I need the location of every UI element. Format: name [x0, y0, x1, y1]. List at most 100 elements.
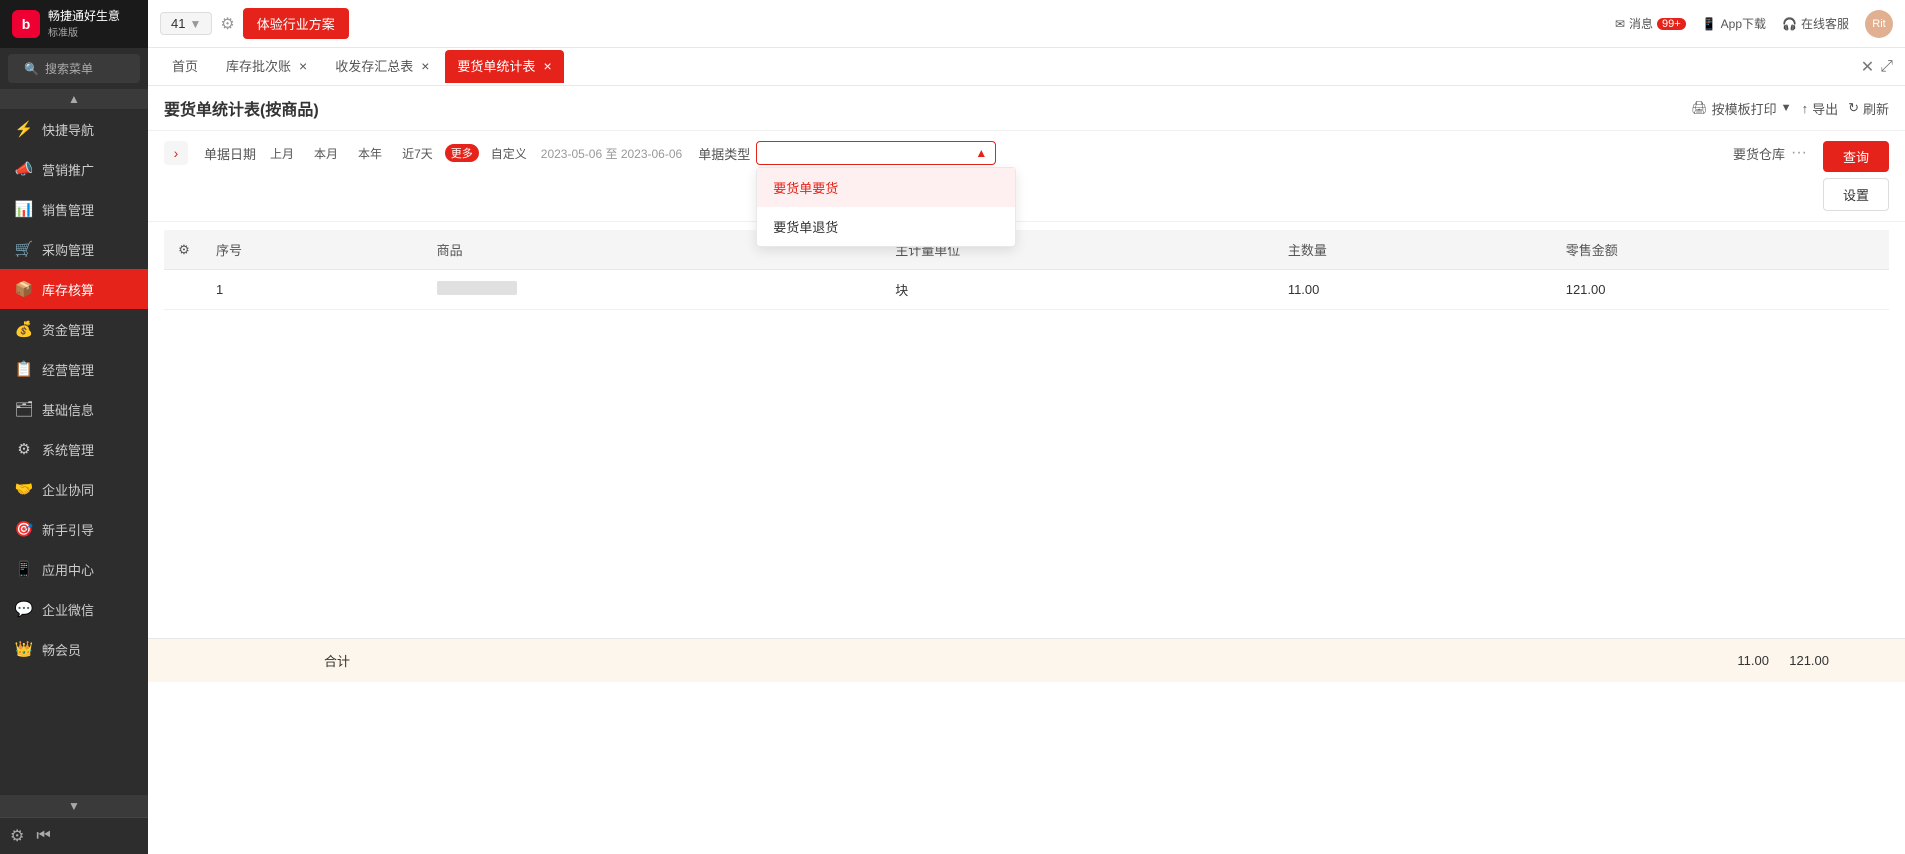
sidebar-item-inventory[interactable]: 📦 库存核算 [0, 269, 148, 309]
user-avatar-text: Rit [1872, 18, 1885, 30]
sidebar-item-system[interactable]: ⚙ 系统管理 [0, 429, 148, 469]
tab-home[interactable]: 首页 [160, 50, 210, 83]
sidebar-item-label: 新手引导 [42, 520, 94, 539]
sidebar-item-quick-nav[interactable]: ⚡ 快捷导航 [0, 109, 148, 149]
sidebar-item-label: 企业协同 [42, 480, 94, 499]
logo-sub: 标准版 [48, 24, 120, 39]
member-icon: 👑 [14, 639, 34, 659]
this-year-btn[interactable]: 本年 [350, 142, 390, 165]
finance-icon: 💰 [14, 319, 34, 339]
print-dropdown-icon: ▼ [1781, 102, 1792, 114]
dropdown-option-requisition-return[interactable]: 要货单退货 [757, 207, 1015, 246]
tabs-right-actions: ✕ ⤢ [1861, 57, 1893, 77]
last-7-days-btn[interactable]: 近7天 [394, 142, 441, 165]
search-icon: 🔍 [24, 62, 39, 76]
sidebar-item-label: 销售管理 [42, 200, 94, 219]
cell-goods [425, 270, 884, 310]
quick-nav-icon: ⚡ [14, 119, 34, 139]
tab-action-close-icon[interactable]: ✕ [1861, 57, 1874, 77]
tab-batch-label: 库存批次账 [226, 56, 291, 75]
scroll-up-btn[interactable]: ▲ [0, 89, 148, 109]
wechat-icon: 💬 [14, 599, 34, 619]
tab-count-btn[interactable]: 41 ▼ [160, 12, 212, 35]
type-filter-label: 单据类型 [698, 144, 750, 163]
data-table: ⚙ 序号 商品 主计量单位 主数量 零售金额 1 [164, 230, 1889, 310]
col-header-settings[interactable]: ⚙ [164, 230, 204, 270]
message-btn[interactable]: ✉ 消息 99+ [1615, 15, 1686, 32]
sidebar-item-basic[interactable]: 🗂 基础信息 [0, 389, 148, 429]
this-month-btn[interactable]: 本月 [306, 142, 346, 165]
sidebar-nav: ⚡ 快捷导航 📣 营销推广 📊 销售管理 🛒 采购管理 📦 库存核算 💰 资金管… [0, 109, 148, 795]
scroll-down-btn[interactable]: ▼ [0, 795, 148, 817]
service-icon: 🎧 [1782, 17, 1797, 31]
sidebar-item-label: 采购管理 [42, 240, 94, 259]
collab-icon: 🤝 [14, 479, 34, 499]
sales-icon: 📊 [14, 199, 34, 219]
app-download-btn[interactable]: 📱 App下载 [1702, 15, 1766, 32]
sidebar-item-guide[interactable]: 🎯 新手引导 [0, 509, 148, 549]
search-label: 搜索菜单 [45, 60, 93, 77]
tab-collect-close-icon[interactable]: × [421, 59, 429, 73]
sidebar-item-label: 营销推广 [42, 160, 94, 179]
set-btn[interactable]: 设置 [1823, 178, 1889, 211]
sidebar-item-label: 畅会员 [42, 640, 81, 659]
date-filter-label: 单据日期 [204, 144, 256, 163]
search-menu[interactable]: 🔍 搜索菜单 [8, 54, 140, 83]
more-dates-btn[interactable]: 更多 [445, 144, 479, 162]
content-spacer [148, 310, 1905, 630]
operation-icon: 📋 [14, 359, 34, 379]
date-shortcuts: 上月 本月 本年 近7天 更多 自定义 [262, 142, 535, 165]
total-row: 合计 11.00 121.00 [148, 638, 1905, 682]
tab-collect-summary[interactable]: 收发存汇总表 × [323, 50, 441, 83]
tab-home-label: 首页 [172, 56, 198, 75]
sidebar-item-marketing[interactable]: 📣 营销推广 [0, 149, 148, 189]
sidebar-item-member[interactable]: 👑 畅会员 [0, 629, 148, 669]
refresh-icon: ↻ [1848, 100, 1859, 116]
tab-batch-account[interactable]: 库存批次账 × [214, 50, 319, 83]
tab-requisition-stats[interactable]: 要货单统计表 × [445, 50, 563, 83]
print-btn[interactable]: 🖨 按模板打印 ▼ [1691, 99, 1791, 118]
tab-collect-label: 收发存汇总表 [335, 56, 413, 75]
user-avatar[interactable]: Rit [1865, 10, 1893, 38]
sidebar-item-operation[interactable]: 📋 经营管理 [0, 349, 148, 389]
sidebar-item-app-center[interactable]: 📱 应用中心 [0, 549, 148, 589]
warehouse-more-icon[interactable]: ··· [1791, 144, 1807, 162]
tab-count-arrow-icon: ▼ [189, 17, 201, 31]
query-btn[interactable]: 查询 [1823, 141, 1889, 172]
sidebar-item-sales[interactable]: 📊 销售管理 [0, 189, 148, 229]
sidebar-item-collab[interactable]: 🤝 企业协同 [0, 469, 148, 509]
sidebar-item-label: 经营管理 [42, 360, 94, 379]
export-label: 导出 [1812, 99, 1838, 118]
table-header-row: ⚙ 序号 商品 主计量单位 主数量 零售金额 [164, 230, 1889, 270]
sidebar-item-purchase[interactable]: 🛒 采购管理 [0, 229, 148, 269]
refresh-btn[interactable]: ↻ 刷新 [1848, 99, 1889, 118]
message-badge: 99+ [1657, 18, 1686, 30]
message-icon: ✉ [1615, 17, 1625, 31]
online-service-btn[interactable]: 🎧 在线客服 [1782, 15, 1849, 32]
warehouse-filter-label: 要货仓库 [1733, 144, 1785, 163]
cell-settings [164, 270, 204, 310]
type-select[interactable]: ▲ [756, 141, 996, 165]
tab-count-number: 41 [171, 16, 185, 31]
cell-unit: 块 [883, 270, 1276, 310]
date-range-display: 2023-05-06 至 2023-06-06 [541, 145, 682, 162]
dropdown-option-requisition-order[interactable]: 要货单要货 [757, 168, 1015, 207]
sidebar-item-wechat[interactable]: 💬 企业微信 [0, 589, 148, 629]
export-btn[interactable]: ↑ 导出 [1802, 99, 1839, 118]
custom-date-btn[interactable]: 自定义 [483, 142, 535, 165]
col-header-amount: 零售金额 [1554, 230, 1889, 270]
tab-requisition-close-icon[interactable]: × [543, 59, 551, 73]
sidebar: b 畅捷通好生意 标准版 🔍 搜索菜单 ▲ ⚡ 快捷导航 📣 营销推广 📊 销售… [0, 0, 148, 854]
last-month-btn[interactable]: 上月 [262, 142, 302, 165]
settings-icon[interactable]: ⚙ [10, 826, 24, 846]
collapse-icon[interactable]: ⏮ [36, 827, 50, 845]
filter-expand-btn[interactable]: › [164, 141, 188, 165]
tab-action-maximize-icon[interactable]: ⤢ [1880, 58, 1893, 76]
cell-amount: 121.00 [1554, 270, 1889, 310]
export-icon: ↑ [1802, 101, 1809, 116]
cell-index: 1 [204, 270, 425, 310]
trial-btn[interactable]: 体验行业方案 [243, 8, 349, 39]
tab-batch-close-icon[interactable]: × [299, 59, 307, 73]
header-gear-icon[interactable]: ⚙ [220, 14, 234, 34]
sidebar-item-finance[interactable]: 💰 资金管理 [0, 309, 148, 349]
